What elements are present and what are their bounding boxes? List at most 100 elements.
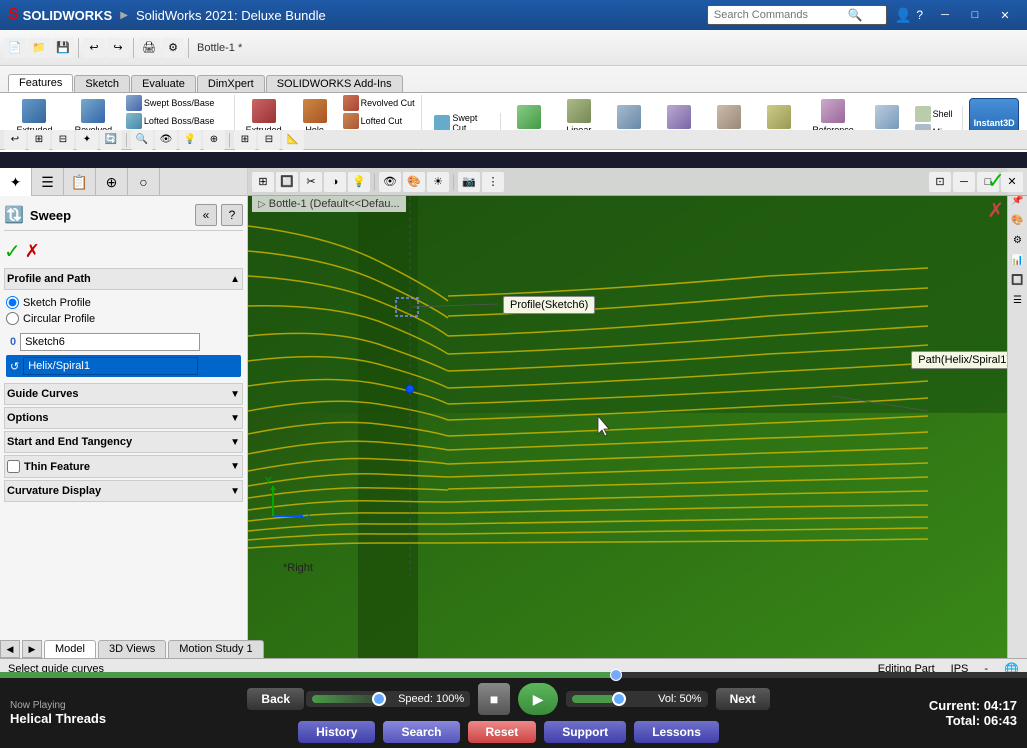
vp-view-orient[interactable]: 🔲 (276, 172, 298, 192)
circular-profile-radio[interactable] (6, 312, 19, 325)
sec-btn-7[interactable]: 👁 (155, 130, 177, 150)
viewport-cancel-button[interactable]: ✗ (987, 198, 1005, 223)
vp-display-style[interactable]: ◑ (324, 172, 346, 192)
scroll-left-btn[interactable]: ◀ (0, 640, 20, 658)
vp-zoom-fit[interactable]: ⊞ (252, 172, 274, 192)
vp-appearance[interactable]: 🎨 (403, 172, 425, 192)
sweep-ok-button[interactable]: ✓ (4, 239, 21, 264)
sweep-help-btn[interactable]: ? (221, 204, 243, 226)
vp-scene[interactable]: ☀ (427, 172, 449, 192)
toolbar-save-btn[interactable]: 💾 (52, 38, 74, 58)
sweep-collapse-btn[interactable]: « (195, 204, 217, 226)
toolbar-undo-btn[interactable]: ↩ (83, 38, 105, 58)
vp-restore[interactable]: ⊡ (929, 172, 951, 192)
speed-slider-track[interactable] (312, 695, 392, 703)
seek-bar[interactable] (0, 672, 1027, 678)
vol-slider-thumb[interactable] (612, 692, 626, 706)
tab-features[interactable]: Features (8, 74, 73, 92)
profile-type-group: Sketch Profile Circular Profile (6, 296, 241, 325)
toolbar-new-btn[interactable]: 📄 (4, 38, 26, 58)
lessons-button[interactable]: Lessons (634, 721, 719, 743)
guide-curves-section-header[interactable]: Guide Curves ▼ (4, 383, 243, 405)
tab-evaluate[interactable]: Evaluate (131, 75, 196, 92)
right-icon-4[interactable]: ⚙ (1010, 232, 1026, 248)
sec-btn-1[interactable]: ↩ (4, 130, 26, 150)
panel-tab-3[interactable]: 📋 (64, 168, 96, 196)
sec-btn-11[interactable]: ⊟ (258, 130, 280, 150)
tab-dimxpert[interactable]: DimXpert (197, 75, 265, 92)
scroll-right-btn[interactable]: ▶ (22, 640, 42, 658)
vp-hide-show[interactable]: 👁 (379, 172, 401, 192)
toolbar-options-btn[interactable]: ⚙ (162, 38, 184, 58)
sketch-profile-radio[interactable] (6, 296, 19, 309)
helix-input[interactable] (23, 357, 198, 375)
options-section-header[interactable]: Options ▼ (4, 407, 243, 429)
tab-sketch[interactable]: Sketch (74, 75, 130, 92)
next-button[interactable]: Next (716, 688, 770, 710)
sec-btn-12[interactable]: 📐 (282, 130, 304, 150)
toolbar-open-btn[interactable]: 📁 (28, 38, 50, 58)
profile-path-chevron: ▲ (230, 274, 240, 285)
sweep-cancel-button[interactable]: ✗ (25, 239, 40, 264)
right-icon-6[interactable]: 🔲 (1010, 272, 1026, 288)
back-button[interactable]: Back (247, 688, 304, 710)
guide-curves-label: Guide Curves (7, 388, 79, 400)
tab-addins[interactable]: SOLIDWORKS Add-Ins (266, 75, 403, 92)
seek-thumb[interactable] (610, 669, 622, 681)
panel-tab-1[interactable]: ✦ (0, 168, 32, 196)
speed-control: Speed: 100% (312, 693, 464, 705)
viewport-ok-button[interactable]: ✓ (987, 168, 1005, 194)
vp-lighting[interactable]: 💡 (348, 172, 370, 192)
search-button[interactable]: Search (383, 721, 459, 743)
right-icon-3[interactable]: 🎨 (1010, 212, 1026, 228)
toolbar-print-btn[interactable]: 🖨 (138, 38, 160, 58)
tab-motion-study[interactable]: Motion Study 1 (168, 640, 263, 658)
reset-button[interactable]: Reset (468, 721, 537, 743)
user-icon: 👤 (895, 7, 912, 24)
helix-item[interactable]: ↺ (6, 355, 241, 377)
vp-camera[interactable]: 📷 (458, 172, 480, 192)
play-button[interactable]: ▶ (518, 683, 558, 715)
panel-tab-4[interactable]: ⊕ (96, 168, 128, 196)
sweep-header: 🔃 Sweep « ? (4, 200, 243, 231)
scene-canvas[interactable]: Z Y *Right Profile(Sketch6) Path(Helix/S… (248, 196, 1027, 678)
history-button[interactable]: History (298, 721, 375, 743)
speed-slider-thumb[interactable] (372, 692, 386, 706)
sec-btn-2[interactable]: ⊞ (28, 130, 50, 150)
toolbar-redo-btn[interactable]: ↪ (107, 38, 129, 58)
breadcrumb: ▷ Bottle-1 (Default<<Defau... (252, 196, 406, 212)
minimize-button[interactable]: ─ (931, 4, 959, 26)
vp-min[interactable]: ─ (953, 172, 975, 192)
right-side-icons: 🏠 📌 🎨 ⚙ 📊 🔲 ☰ (1007, 168, 1027, 678)
start-end-section-header[interactable]: Start and End Tangency ▼ (4, 431, 243, 453)
stop-button[interactable]: ■ (478, 683, 510, 715)
sec-btn-5[interactable]: 🔄 (100, 130, 122, 150)
right-icon-7[interactable]: ☰ (1010, 292, 1026, 308)
search-input[interactable] (714, 9, 844, 21)
panel-tab-5[interactable]: ○ (128, 168, 160, 196)
sec-btn-10[interactable]: ⊞ (234, 130, 256, 150)
tab-3dviews[interactable]: 3D Views (98, 640, 166, 658)
vol-slider-track[interactable] (572, 695, 652, 703)
close-button[interactable]: ✕ (991, 4, 1019, 26)
profile-path-section-header[interactable]: Profile and Path ▲ (4, 268, 243, 290)
vp-section[interactable]: ✂ (300, 172, 322, 192)
sec-btn-8[interactable]: 💡 (179, 130, 201, 150)
sketch6-input[interactable] (20, 333, 200, 351)
vp-more[interactable]: ⋮ (482, 172, 504, 192)
sec-btn-3[interactable]: ⊟ (52, 130, 74, 150)
curvature-display-section-header[interactable]: Curvature Display ▼ (4, 480, 243, 502)
thin-feature-section-header[interactable]: Thin Feature ▼ (4, 455, 243, 478)
tab-model[interactable]: Model (44, 640, 96, 658)
restore-button[interactable]: □ (961, 4, 989, 26)
sec-btn-6[interactable]: 🔍 (131, 130, 153, 150)
media-buttons: Back Speed: 100% ■ ▶ (247, 683, 769, 715)
viewport: ⊞ 🔲 ✂ ◑ 💡 👁 🎨 ☀ 📷 ⋮ ⊡ ─ □ ✕ ▷ Bottle-1 (… (248, 168, 1027, 678)
main-toolbar: 📄 📁 💾 ↩ ↪ 🖨 ⚙ Bottle-1 * (0, 30, 1027, 66)
panel-tab-2[interactable]: ☰ (32, 168, 64, 196)
sec-btn-9[interactable]: ⊕ (203, 130, 225, 150)
support-button[interactable]: Support (544, 721, 626, 743)
sec-btn-4[interactable]: ✦ (76, 130, 98, 150)
right-icon-5[interactable]: 📊 (1010, 252, 1026, 268)
thin-feature-checkbox[interactable] (7, 460, 20, 473)
